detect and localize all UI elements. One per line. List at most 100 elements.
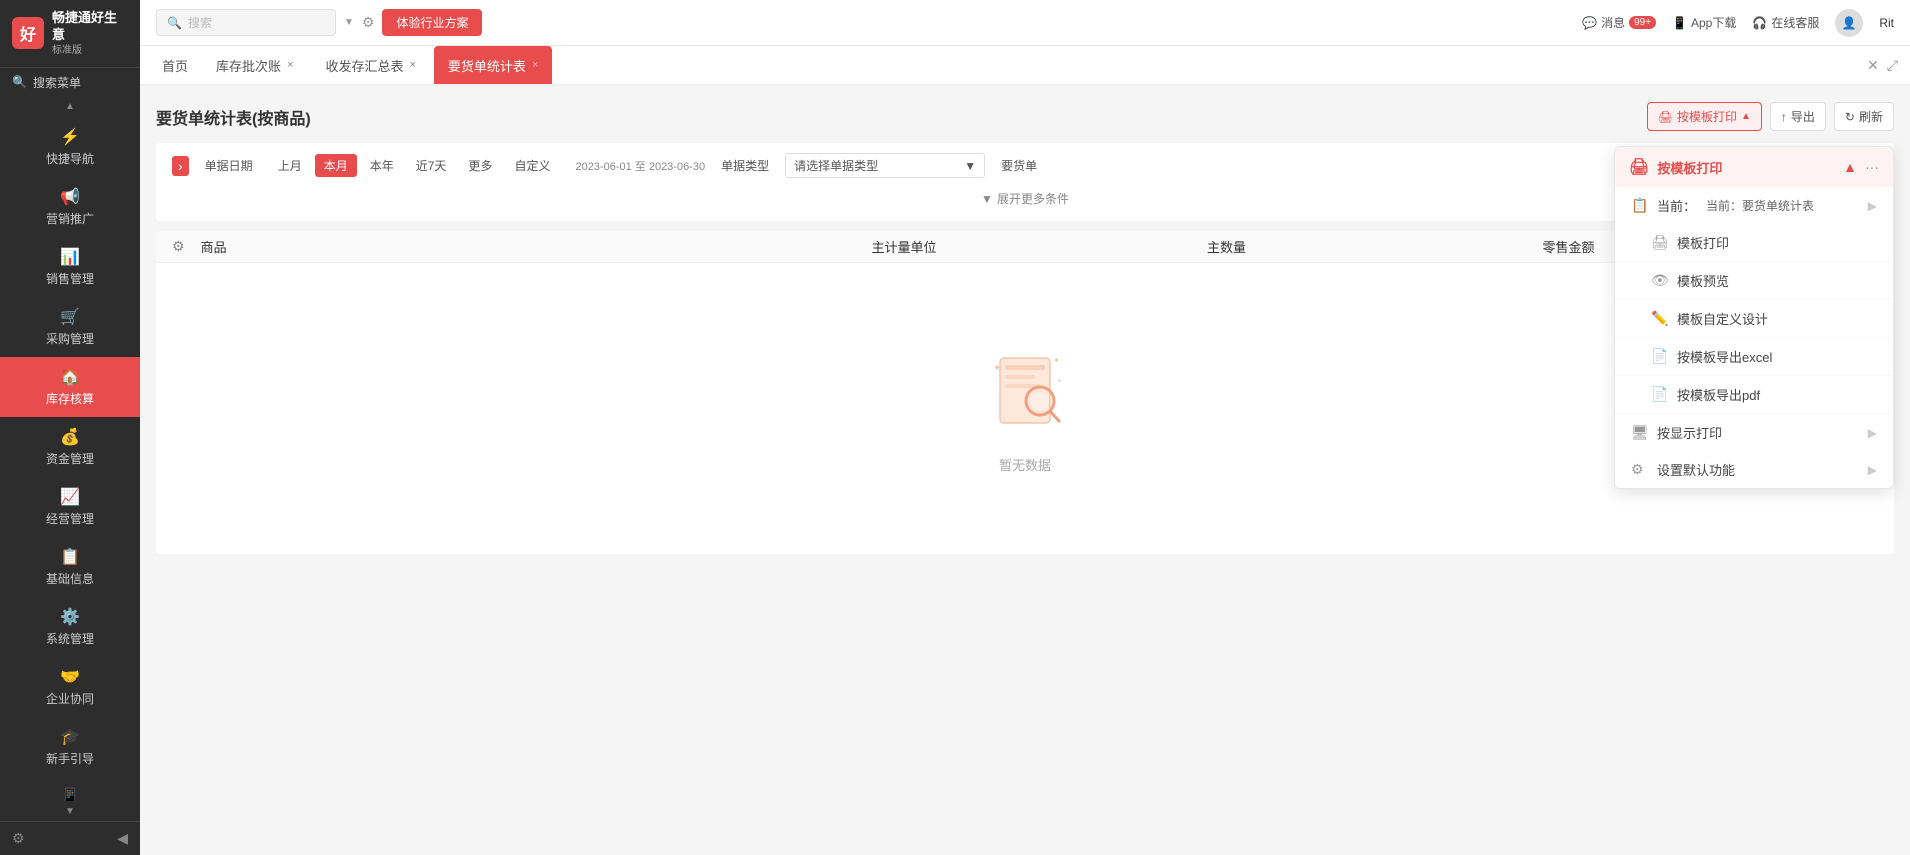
message-icon: 💬 [1582,16,1597,30]
dropdown-display-print[interactable]: 🖥 按显示打印 ▶ [1615,414,1893,451]
refresh-btn[interactable]: ↻ 刷新 [1834,102,1894,131]
header-right: 💬 消息 99+ 📱 App下载 🎧 在线客服 👤 Rit [1582,9,1894,37]
dropdown-default-func[interactable]: ⚙ 设置默认功能 ▶ [1615,451,1893,488]
sidebar-item-operations[interactable]: 📈 经营管理 [0,477,140,537]
filter-arrow-icon[interactable]: › [172,156,189,176]
svg-text:✦: ✦ [993,363,1001,374]
template-design-icon: ✏️ [1651,310,1667,327]
dropdown-item-template-preview[interactable]: 👁 模板预览 [1615,262,1893,300]
settings-footer-icon[interactable]: ⚙ [12,830,25,847]
expand-icon: ▼ [981,192,993,206]
refresh-icon: ↻ [1845,110,1855,124]
display-print-icon: 🖥 [1631,424,1647,441]
main-area: 🔍 搜索 ▼ ⚙ 体验行业方案 💬 消息 99+ 📱 App下载 🎧 在线客服 … [140,0,1910,855]
dropdown-arrow-up-icon[interactable]: ▲ [1843,159,1857,175]
search-menu[interactable]: 🔍 搜索菜单 [0,68,140,97]
sidebar-scroll-down[interactable]: ▼ [0,801,140,821]
date-btn-last-7-days[interactable]: 近7天 [407,154,456,177]
page-header: 要货单统计表(按商品) 🖨 按模板打印 ▲ ↑ 导出 ↻ 刷新 [156,102,1894,131]
dropdown-title-area: 🖨 按模板打印 [1629,157,1722,177]
sidebar-item-inventory[interactable]: 🏠 库存核算 [0,357,140,417]
enterprise-icon: 🤝 [60,667,80,687]
sidebar-item-quick-nav[interactable]: ⚡ 快捷导航 [0,117,140,177]
table-settings-icon[interactable]: ⚙ [172,238,185,255]
sidebar-item-purchase[interactable]: 🛒 采购管理 [0,297,140,357]
sidebar-item-basic[interactable]: 📋 基础信息 [0,537,140,597]
sidebar-item-enterprise[interactable]: 🤝 企业协同 [0,657,140,717]
export-btn[interactable]: ↑ 导出 [1770,102,1826,131]
trial-btn[interactable]: 体验行业方案 [382,9,482,36]
tab-close-all-icon[interactable]: ✕ [1867,57,1879,74]
quick-nav-icon: ⚡ [60,127,80,147]
current-template-label: 当前： [1657,196,1696,215]
sidebar-item-finance[interactable]: 💰 资金管理 [0,417,140,477]
sidebar-item-marketing[interactable]: 📢 营销推广 [0,177,140,237]
purchase-icon: 🛒 [60,307,80,327]
page-title: 要货单统计表(按商品) [156,105,311,129]
sidebar-nav: ⚡ 快捷导航 📢 营销推广 📊 销售管理 🛒 采购管理 🏠 库存核算 💰 资金管… [0,117,140,801]
app-name-text: 畅捷通好生意 标准版 [52,10,128,57]
tab-receipts-summary[interactable]: 收发存汇总表 × [311,46,429,84]
print-template-btn[interactable]: 🖨 按模板打印 ▲ [1647,102,1762,131]
marketing-icon: 📢 [60,187,80,207]
tab-order-stats[interactable]: 要货单统计表 × [434,46,552,84]
top-header: 🔍 搜索 ▼ ⚙ 体验行业方案 💬 消息 99+ 📱 App下载 🎧 在线客服 … [140,0,1910,46]
date-btn-more[interactable]: 更多 [459,154,501,177]
date-btn-current-year[interactable]: 本年 [361,154,403,177]
collapse-sidebar-icon[interactable]: ◀ [117,830,128,847]
messages-btn[interactable]: 💬 消息 99+ [1582,14,1656,31]
page-actions: 🖨 按模板打印 ▲ ↑ 导出 ↻ 刷新 [1647,102,1894,131]
tab-close-receipts-summary[interactable]: × [409,59,415,71]
empty-illustration: ✦ ✦ ✦ [975,343,1075,443]
newbie-icon: 🎓 [60,727,80,747]
svg-text:✦: ✦ [1057,378,1062,385]
order-type-select[interactable]: 请选择单据类型 ▼ [785,153,985,178]
dropdown-printer-icon: 🖨 [1629,157,1649,177]
tabs-right-controls: ✕ ⤢ [1867,57,1898,74]
date-filter-label: 单据日期 [205,157,253,174]
dropdown-current-template[interactable]: 📋 当前： 当前：要货单统计表 ▶ [1615,187,1893,224]
order-type-dropdown-icon: ▼ [964,159,976,173]
tab-maximize-icon[interactable]: ⤢ [1887,57,1898,74]
sidebar-item-system[interactable]: ⚙️ 系统管理 [0,597,140,657]
tab-inventory-batch[interactable]: 库存批次账 × [202,46,307,84]
current-template-icon: 📋 [1631,197,1647,214]
dropdown-title: 按模板打印 [1657,158,1722,177]
service-icon: 🎧 [1752,16,1767,30]
sidebar-scroll-up[interactable]: ▲ [0,97,140,117]
dropdown-item-template-design[interactable]: ✏️ 模板自定义设计 [1615,300,1893,338]
tab-home[interactable]: 首页 [152,50,198,81]
export-icon: ↑ [1781,110,1787,124]
date-btn-current-month[interactable]: 本月 [315,154,357,177]
date-options: 上月 本月 本年 近7天 更多 自定义 [269,154,560,177]
download-icon: 📱 [1672,16,1687,30]
header-gear-icon[interactable]: ⚙ [362,14,375,31]
system-icon: ⚙️ [60,607,80,627]
filter-expand-toggle[interactable]: › [172,156,189,176]
svg-text:✦: ✦ [1053,356,1060,365]
tabs-bar: 首页 库存批次账 × 收发存汇总表 × 要货单统计表 × ✕ ⤢ [140,46,1910,86]
date-btn-custom[interactable]: 自定义 [505,154,559,177]
search-dropdown-arrow[interactable]: ▼ [344,17,354,28]
current-template-value: 当前：要货单统计表 [1706,197,1814,214]
app-download-btn[interactable]: 📱 App下载 [1672,14,1736,31]
sidebar-item-sales[interactable]: 📊 销售管理 [0,237,140,297]
sidebar-item-newbie[interactable]: 🎓 新手引导 [0,717,140,777]
online-service-btn[interactable]: 🎧 在线客服 [1752,14,1819,31]
sidebar-item-appstore[interactable]: 📱 应用中心 [0,777,140,801]
col-header-product: 商品 [201,237,872,256]
dropdown-item-export-excel[interactable]: 📄 按模板导出excel [1615,338,1893,376]
dropdown-item-export-pdf[interactable]: 📄 按模板导出pdf [1615,376,1893,414]
avatar[interactable]: 👤 [1835,9,1863,37]
tab-close-inventory-batch[interactable]: × [287,59,293,71]
dropdown-item-template-print[interactable]: 🖨 模板打印 [1615,224,1893,262]
basic-icon: 📋 [60,547,80,567]
dropdown-close-btn[interactable]: ··· [1865,159,1879,175]
global-search[interactable]: 🔍 搜索 [156,9,336,36]
page-content: 要货单统计表(按商品) 🖨 按模板打印 ▲ ↑ 导出 ↻ 刷新 [140,86,1910,855]
print-template-arrow: ▲ [1741,111,1751,122]
tab-close-order-stats[interactable]: × [532,59,538,71]
date-btn-prev-month[interactable]: 上月 [269,154,311,177]
empty-text: 暂无数据 [999,455,1051,474]
finance-icon: 💰 [60,427,80,447]
